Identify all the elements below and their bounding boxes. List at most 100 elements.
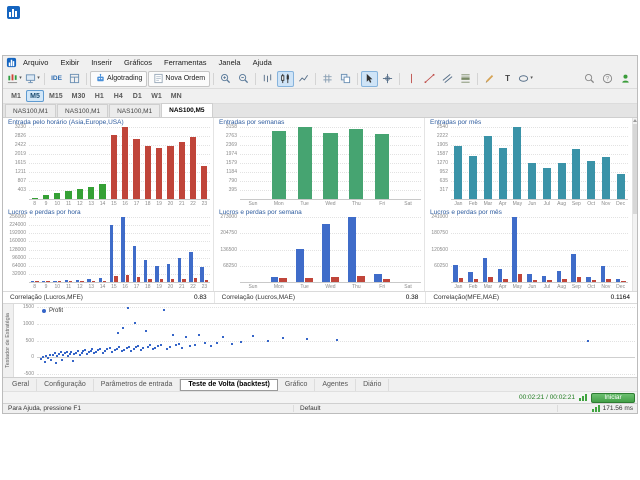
fibonacci-button[interactable] (457, 71, 474, 87)
elapsed-time: 00:02:21 / 00:02:21 (518, 394, 575, 401)
y-axis: 3158 2763 2369 1974 1579 1184 790 395 (225, 124, 237, 193)
start-button[interactable]: Iniciar (591, 392, 635, 403)
line-mode-button[interactable] (295, 71, 312, 87)
shapes-button[interactable]: ▾ (517, 71, 534, 87)
candles-mode-button[interactable] (277, 70, 295, 87)
chart-column-divider (213, 118, 214, 291)
backtest-report-charts: Entrada pelo horário (Asia,Europe,USA) 3… (3, 118, 637, 291)
new-order-button[interactable]: Nova Ordem (148, 70, 211, 87)
timeframe-bar: M1 M5 M15 M30 H1 H4 D1 W1 MN (3, 89, 637, 104)
chart-tab-3[interactable]: NAS100,M1 (109, 104, 161, 117)
zoom-in-button[interactable] (217, 71, 234, 87)
correlation-label: Correlação (Lucros,MAE) (221, 294, 295, 301)
tab-grafico[interactable]: Gráfico (278, 378, 316, 391)
timeframe-h4[interactable]: H4 (109, 90, 127, 102)
toolbar-separator (213, 72, 215, 85)
help-button[interactable]: ? (599, 71, 616, 87)
scrollbar-thumb[interactable] (633, 124, 637, 214)
timeframe-h1[interactable]: H1 (90, 90, 108, 102)
timeframe-m30[interactable]: M30 (68, 90, 90, 102)
tab-configuracao[interactable]: Configuração (37, 378, 94, 391)
app-window: Arquivo Exibir Inserir Gráficos Ferramen… (2, 55, 638, 414)
menu-janela[interactable]: Janela (213, 57, 247, 69)
toolbar-separator (86, 72, 87, 85)
text-tool-button[interactable]: T (499, 71, 516, 87)
market-watch-button[interactable] (66, 71, 83, 87)
tab-diario[interactable]: Diário (356, 378, 390, 391)
menu-exibir[interactable]: Exibir (54, 57, 85, 69)
x-axis: Sun Mon Tue Wed Thu Fri Sat (248, 284, 412, 290)
menu-ferramentas[interactable]: Ferramentas (158, 57, 213, 69)
status-connection[interactable]: 171.56 ms (557, 405, 637, 412)
chart-tab-1[interactable]: NAS100,M1 (5, 104, 57, 117)
algotrading-button[interactable]: Algotrading (90, 70, 148, 87)
search-button[interactable] (581, 71, 598, 87)
desktop: { "app": { "menu_items": ["Arquivo","Exi… (0, 0, 640, 480)
plot-area (29, 127, 210, 200)
tab-teste-de-volta[interactable]: Teste de Volta (backtest) (180, 378, 278, 391)
menu-ajuda[interactable]: Ajuda (247, 57, 278, 69)
timeframe-mn[interactable]: MN (167, 90, 186, 102)
status-profile[interactable]: Default (293, 405, 557, 412)
chart-tab-4-active[interactable]: NAS100,M5 (161, 103, 213, 117)
channel-button[interactable] (439, 71, 456, 87)
metaeditor-ide-button[interactable]: IDE (48, 71, 65, 87)
new-chart-button[interactable]: ▾ (6, 71, 23, 87)
chevron-down-icon: ▾ (530, 75, 533, 81)
trendline-button[interactable] (421, 71, 438, 87)
chart-entries-by-week: Entradas por semanas 3158 2763 2369 1974 157… (214, 118, 424, 208)
toolbar: ▾ ▾ IDE Algotrading Nova Ordem T ▾ ? (3, 69, 637, 89)
cursor-arrow-icon (366, 73, 373, 83)
pencil-icon (485, 75, 494, 83)
cursor-button[interactable] (361, 70, 379, 87)
zoom-out-icon (239, 74, 249, 84)
x-axis: Jan Feb Mar Apr May Jun Jul Aug Sep Oct Nov Dec (454, 201, 626, 207)
window-panels-icon (69, 73, 80, 84)
zoom-out-button[interactable] (235, 71, 252, 87)
profiles-button[interactable]: ▾ (24, 71, 41, 87)
correlation-label: Correlação(MFE,MAE) (433, 294, 500, 301)
chart-title: Lucros e perdas por mês (430, 209, 502, 216)
draw-button[interactable] (481, 71, 498, 87)
zoom-in-icon (221, 74, 231, 84)
profit-marker-icon (42, 309, 46, 313)
algotrading-label: Algotrading (107, 75, 143, 82)
chart-title: Entrada pelo horário (Asia,Europe,USA) (8, 119, 124, 126)
tile-windows-button[interactable] (337, 71, 354, 87)
crosshair-button[interactable] (379, 71, 396, 87)
help-circle-icon: ? (602, 73, 613, 84)
tab-agentes[interactable]: Agentes (315, 378, 357, 391)
document-icon (154, 73, 164, 84)
menu-arquivo[interactable]: Arquivo (17, 57, 54, 69)
menu-inserir[interactable]: Inserir (85, 57, 118, 69)
timeframe-w1[interactable]: W1 (147, 90, 166, 102)
toolbar-separator (315, 72, 317, 85)
toolbar-separator (477, 72, 479, 85)
account-button[interactable] (617, 71, 634, 87)
chart-entries-by-hour: Entrada pelo horário (Asia,Europe,USA) 3… (3, 118, 213, 208)
chevron-down-icon: ▾ (19, 75, 22, 81)
y-axis: 2540 2222 1905 1587 1270 952 635 317 (436, 124, 448, 193)
y-axis: 3230 2826 2422 2019 1615 1211 807 403 (14, 124, 26, 194)
grid-button[interactable] (319, 71, 336, 87)
status-help-text: Para Ajuda, pressione F1 (8, 405, 81, 412)
chart-title: Lucros e perdas por hora (8, 209, 81, 216)
vertical-line-button[interactable] (403, 71, 420, 87)
correlation-mfe-mae: Correlação(MFE,MAE) 0.1164 (426, 292, 637, 303)
menu-graficos[interactable]: Gráficos (118, 57, 158, 69)
ide-label: IDE (51, 75, 62, 82)
timeframe-m15[interactable]: M15 (45, 90, 67, 102)
monitor-icon (26, 74, 36, 84)
chart-pnl-by-hour: Lucros e perdas por hora 256000 224000 192… (3, 208, 213, 291)
profit-legend-label: Profit (49, 308, 64, 314)
timeframe-d1[interactable]: D1 (128, 90, 146, 102)
latency-value: 171.56 ms (602, 405, 633, 412)
timeframe-m5[interactable]: M5 (26, 90, 44, 102)
scroll-up-icon[interactable] (633, 119, 637, 122)
timeframe-m1[interactable]: M1 (7, 90, 25, 102)
signal-bars-icon (591, 405, 600, 412)
bars-mode-button[interactable] (259, 71, 276, 87)
chart-tab-2[interactable]: NAS100,M1 (57, 104, 109, 117)
tab-parametros-de-entrada[interactable]: Parâmetros de entrada (94, 378, 181, 391)
tab-geral[interactable]: Geral (5, 378, 38, 391)
